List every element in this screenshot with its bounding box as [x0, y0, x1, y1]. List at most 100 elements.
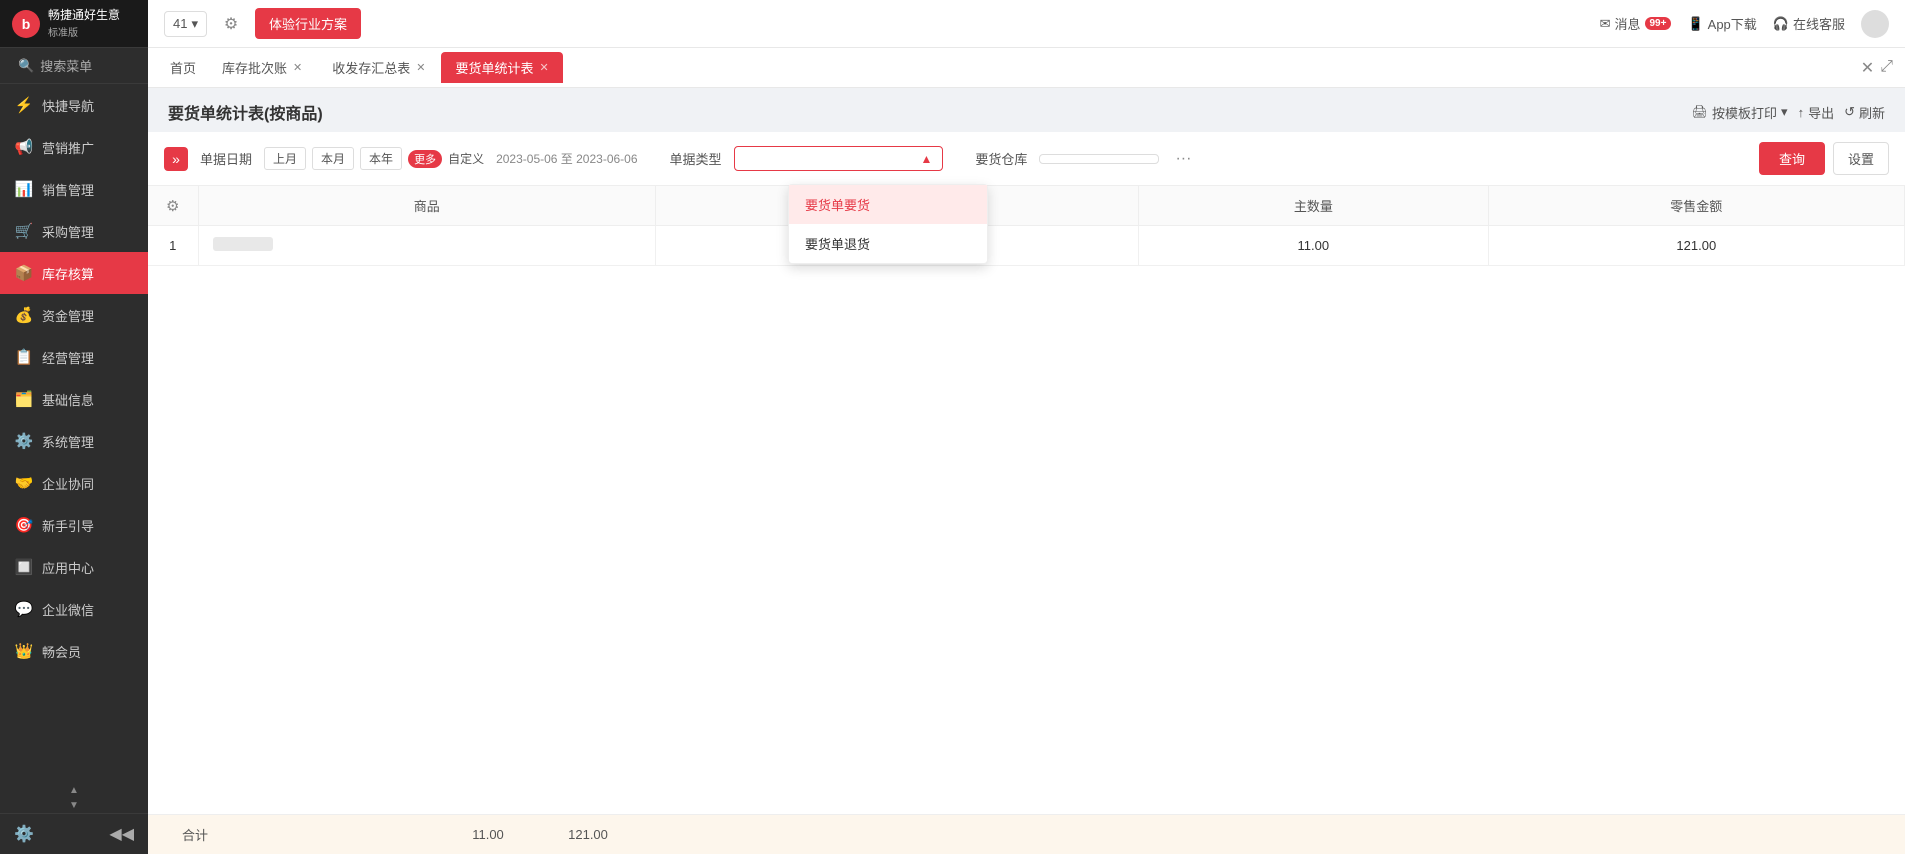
- expand-icon: »: [172, 151, 180, 167]
- query-button[interactable]: 查询: [1759, 142, 1825, 175]
- tab-inventory-batch[interactable]: 库存批次账 ✕: [208, 52, 316, 83]
- settings-icon[interactable]: ⚙️: [14, 824, 34, 844]
- page-header: 要货单统计表(按商品) 🖨 按模板打印 ▾ ↑ 导出 ↺ 刷新: [148, 88, 1905, 132]
- tab-requisition-stats-label: 要货单统计表: [455, 58, 533, 77]
- operations-icon: 📋: [14, 347, 34, 367]
- tab-home-label: 首页: [170, 58, 196, 77]
- message-icon: ✉: [1600, 16, 1611, 32]
- sidebar-label-quick-nav: 快捷导航: [42, 96, 94, 115]
- tab-requisition-stats-close[interactable]: ✕: [540, 61, 549, 74]
- footer-values: 11.00 121.00: [448, 827, 628, 842]
- headset-icon: 🎧: [1773, 16, 1789, 32]
- online-service-button[interactable]: 🎧 在线客服: [1773, 14, 1845, 33]
- header-right: ✉ 消息 99+ 📱 App下载 🎧 在线客服: [1600, 10, 1889, 38]
- date-btn-this-year[interactable]: 本年: [360, 147, 402, 170]
- sidebar-item-operations[interactable]: 📋 经营管理: [0, 336, 148, 378]
- header-gear-button[interactable]: ⚙: [217, 10, 245, 38]
- tab-receive-summary-close[interactable]: ✕: [416, 61, 425, 74]
- search-icon: 🔍: [18, 58, 34, 74]
- sidebar-scroll-down[interactable]: ▼: [0, 798, 148, 813]
- tab-inventory-batch-close[interactable]: ✕: [293, 61, 302, 74]
- top-header: 41 ▾ ⚙ 体验行业方案 ✉ 消息 99+ 📱 App下载 🎧 在线客服: [148, 0, 1905, 48]
- footer-amount: 121.00: [548, 827, 628, 842]
- export-button[interactable]: ↑ 导出: [1798, 103, 1835, 122]
- messages-button[interactable]: ✉ 消息 99+: [1600, 14, 1672, 33]
- table-footer: 合计 11.00 121.00: [148, 814, 1905, 854]
- dropdown-item-requisition-order[interactable]: 要货单要货: [789, 185, 987, 224]
- cell-amount: 121.00: [1488, 226, 1904, 266]
- tab-receive-summary-label: 收发存汇总表: [332, 58, 410, 77]
- filter-settings-button[interactable]: 设置: [1833, 142, 1889, 175]
- search-label: 搜索菜单: [40, 56, 92, 75]
- sidebar-item-marketing[interactable]: 📢 营销推广: [0, 126, 148, 168]
- sidebar-item-quick-nav[interactable]: ⚡ 快捷导航: [0, 84, 148, 126]
- header-left: 41 ▾ ⚙ 体验行业方案: [164, 8, 361, 39]
- app-logo-icon: b: [12, 10, 40, 38]
- search-menu-item[interactable]: 🔍 搜索菜单: [0, 48, 148, 84]
- app-center-icon: 🔲: [14, 557, 34, 577]
- table-body: 1 块 11.00 121.00: [148, 226, 1905, 266]
- corp-wechat-icon: 💬: [14, 599, 34, 619]
- trial-button[interactable]: 体验行业方案: [255, 8, 361, 39]
- footer-quantity: 11.00: [448, 827, 528, 842]
- collapse-icon[interactable]: ◀◀: [109, 824, 134, 844]
- sidebar-item-sales[interactable]: 📊 销售管理: [0, 168, 148, 210]
- user-avatar[interactable]: [1861, 10, 1889, 38]
- filter-more-options-icon[interactable]: ···: [1175, 150, 1191, 168]
- members-icon: 👑: [14, 641, 34, 661]
- col-header-product: 商品: [198, 186, 655, 226]
- tab-inventory-batch-label: 库存批次账: [222, 58, 287, 77]
- quick-nav-icon: ⚡: [14, 95, 34, 115]
- main-content: 41 ▾ ⚙ 体验行业方案 ✉ 消息 99+ 📱 App下载 🎧 在线客服: [148, 0, 1905, 854]
- sidebar-item-corp-wechat[interactable]: 💬 企业微信: [0, 588, 148, 630]
- sidebar-nav: ⚡ 快捷导航 📢 营销推广 📊 销售管理 🛒 采购管理 📦 库存核算 💰 资金管…: [0, 84, 148, 783]
- tab-requisition-stats[interactable]: 要货单统计表 ✕: [441, 52, 562, 83]
- filter-expand-button[interactable]: »: [164, 147, 188, 171]
- tab-home[interactable]: 首页: [160, 52, 206, 83]
- sidebar-item-enterprise[interactable]: 🤝 企业协同: [0, 462, 148, 504]
- messages-badge: 99+: [1645, 17, 1672, 30]
- sidebar-item-newbie[interactable]: 🎯 新手引导: [0, 504, 148, 546]
- basic-info-icon: 🗂️: [14, 389, 34, 409]
- app-download-button[interactable]: 📱 App下载: [1687, 14, 1756, 33]
- dropdown-item-requisition-return[interactable]: 要货单退货: [789, 224, 987, 263]
- inventory-icon: 📦: [14, 263, 34, 283]
- refresh-label: 刷新: [1859, 103, 1885, 122]
- sidebar-item-app-center[interactable]: 🔲 应用中心: [0, 546, 148, 588]
- date-btn-this-month[interactable]: 本月: [312, 147, 354, 170]
- sidebar: b 畅捷通好生意 标准版 🔍 搜索菜单 ⚡ 快捷导航 📢 营销推广 📊 销售管理…: [0, 0, 148, 854]
- tab-bar: 首页 库存批次账 ✕ 收发存汇总表 ✕ 要货单统计表 ✕ ✕ ⤢: [148, 48, 1905, 88]
- window-expand-icon[interactable]: ⤢: [1880, 58, 1893, 78]
- sidebar-label-operations: 经营管理: [42, 348, 94, 367]
- filter-bar: » 单据日期 上月 本月 本年 更多 自定义 2023-05-06 至 2023…: [148, 132, 1905, 186]
- store-selector[interactable]: 41 ▾: [164, 11, 207, 37]
- print-template-button[interactable]: 🖨 按模板打印 ▾: [1692, 103, 1788, 122]
- tab-receive-summary[interactable]: 收发存汇总表 ✕: [318, 52, 439, 83]
- table-settings-icon[interactable]: ⚙: [148, 186, 198, 226]
- type-filter-input[interactable]: [745, 151, 921, 166]
- export-label: 导出: [1808, 103, 1834, 122]
- sidebar-item-finance[interactable]: 💰 资金管理: [0, 294, 148, 336]
- table-container: ⚙ 商品 主计量单位 主数量 零售金额 1 块 11.00 121.00: [148, 186, 1905, 814]
- refresh-button[interactable]: ↺ 刷新: [1844, 103, 1885, 122]
- sidebar-scroll-up[interactable]: ▲: [0, 783, 148, 798]
- sidebar-item-basic-info[interactable]: 🗂️ 基础信息: [0, 378, 148, 420]
- type-dropdown: 要货单要货 要货单退货: [788, 184, 988, 264]
- product-placeholder: [213, 237, 273, 251]
- type-filter-select[interactable]: ▲: [734, 146, 944, 171]
- date-more-badge[interactable]: 更多: [408, 150, 442, 168]
- table-header-row: ⚙ 商品 主计量单位 主数量 零售金额: [148, 186, 1905, 226]
- sidebar-item-purchase[interactable]: 🛒 采购管理: [0, 210, 148, 252]
- date-btn-last-month[interactable]: 上月: [264, 147, 306, 170]
- date-custom-btn[interactable]: 自定义: [448, 150, 484, 167]
- sidebar-item-members[interactable]: 👑 畅会员: [0, 630, 148, 672]
- warehouse-filter-select[interactable]: [1039, 154, 1159, 164]
- date-range-display: 2023-05-06 至 2023-06-06: [496, 150, 637, 167]
- sidebar-item-inventory[interactable]: 📦 库存核算: [0, 252, 148, 294]
- col-header-amount: 零售金额: [1488, 186, 1904, 226]
- window-close-icon[interactable]: ✕: [1861, 58, 1874, 78]
- app-name: 畅捷通好生意: [48, 8, 120, 24]
- sidebar-logo: b 畅捷通好生意 标准版: [0, 0, 148, 48]
- sidebar-item-system[interactable]: ⚙️ 系统管理: [0, 420, 148, 462]
- table-row: 1 块 11.00 121.00: [148, 226, 1905, 266]
